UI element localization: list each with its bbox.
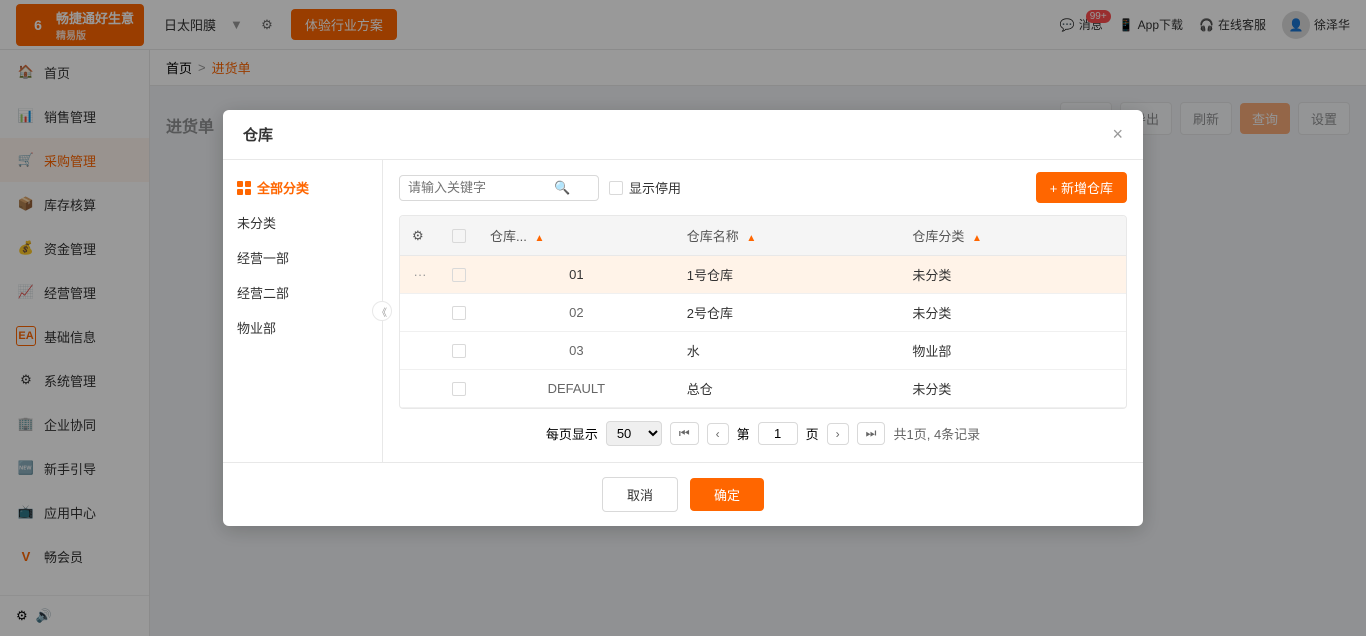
confirm-button[interactable]: 确定 [690, 478, 764, 511]
category-item-dept1[interactable]: 经营一部 [223, 240, 382, 275]
row-category-3: 未分类 [900, 370, 1126, 408]
category-item-dept2[interactable]: 经营二部 [223, 275, 382, 310]
table-header-row: ⚙ 仓库... ▲ 仓库名称 [400, 216, 1126, 256]
page-suffix: 页 [806, 424, 819, 443]
warehouse-modal: 仓库 × 全部分类 《 未分类 经营一部 经营二部 物业 [223, 110, 1143, 526]
row-select-checkbox-2[interactable] [452, 344, 466, 358]
first-page-button[interactable]: ⏮ [670, 422, 699, 445]
table-row[interactable]: DEFAULT 总仓 未分类 [400, 370, 1126, 408]
row-select-checkbox-3[interactable] [452, 382, 466, 396]
row-select-checkbox-1[interactable] [452, 306, 466, 320]
row-name-1: 2号仓库 [675, 294, 901, 332]
all-categories-item[interactable]: 全部分类 [223, 170, 382, 205]
row-category-0: 未分类 [900, 256, 1126, 294]
per-page-select[interactable]: 50 10 20 100 [606, 421, 662, 446]
row-code-0: 01 [478, 256, 675, 294]
row-checkbox-0 [440, 256, 478, 294]
modal-close-button[interactable]: × [1112, 124, 1123, 145]
row-name-2: 水 [675, 332, 901, 370]
row-code-2: 03 [478, 332, 675, 370]
sort-icon: ▲ [534, 233, 544, 244]
pagination-info: 共1页, 4条记录 [893, 424, 980, 443]
last-page-button[interactable]: ⏭ [857, 422, 886, 445]
row-actions-2 [400, 332, 440, 370]
col-name: 仓库名称 ▲ [675, 216, 901, 256]
row-checkbox-3 [440, 370, 478, 408]
per-page-label: 每页显示 [546, 424, 598, 443]
name-sort-icon: ▲ [746, 233, 756, 244]
grid-icon [237, 181, 251, 195]
row-category-1: 未分类 [900, 294, 1126, 332]
row-code-1: 02 [478, 294, 675, 332]
row-actions-1 [400, 294, 440, 332]
modal-title: 仓库 [243, 124, 273, 145]
table-row[interactable]: ··· 01 1号仓库 未分类 [400, 256, 1126, 294]
warehouse-table: ⚙ 仓库... ▲ 仓库名称 [399, 215, 1127, 409]
panel-collapse-button[interactable]: 《 [372, 301, 392, 321]
modal-overlay: 仓库 × 全部分类 《 未分类 经营一部 经营二部 物业 [0, 0, 1366, 636]
list-toolbar: 🔍 显示停用 + 新增仓库 [399, 172, 1127, 203]
row-actions-0: ··· [400, 256, 440, 294]
show-disabled-checkbox[interactable] [609, 181, 623, 195]
search-box: 🔍 [399, 175, 599, 201]
column-gear-icon[interactable]: ⚙ [412, 228, 424, 243]
select-all-checkbox[interactable] [452, 229, 466, 243]
category-item-unclassified[interactable]: 未分类 [223, 205, 382, 240]
col-category: 仓库分类 ▲ [900, 216, 1126, 256]
table-row[interactable]: 02 2号仓库 未分类 [400, 294, 1126, 332]
pagination: 每页显示 50 10 20 100 ⏮ ‹ 第 页 › ⏭ 共1页, 4条记录 [399, 409, 1127, 450]
page-label: 第 [737, 424, 750, 443]
show-disabled-label: 显示停用 [629, 178, 681, 197]
row-checkbox-2 [440, 332, 478, 370]
row-code-3: DEFAULT [478, 370, 675, 408]
category-item-property[interactable]: 物业部 [223, 310, 382, 345]
col-code: 仓库... ▲ [478, 216, 675, 256]
row-actions-3 [400, 370, 440, 408]
col-checkbox [440, 216, 478, 256]
row-select-checkbox-0[interactable] [452, 268, 466, 282]
category-panel: 全部分类 《 未分类 经营一部 经营二部 物业部 [223, 160, 383, 462]
warehouse-list-panel: 🔍 显示停用 + 新增仓库 ⚙ [383, 160, 1143, 462]
all-categories-label: 全部分类 [257, 178, 309, 197]
more-icon[interactable]: ··· [414, 267, 427, 282]
page-number-input[interactable] [758, 422, 798, 445]
prev-page-button[interactable]: ‹ [707, 423, 729, 445]
category-sort-icon: ▲ [972, 233, 982, 244]
row-name-0: 1号仓库 [675, 256, 901, 294]
row-checkbox-1 [440, 294, 478, 332]
cancel-button[interactable]: 取消 [602, 477, 678, 512]
col-gear: ⚙ [400, 216, 440, 256]
modal-footer: 取消 确定 [223, 462, 1143, 526]
row-category-2: 物业部 [900, 332, 1126, 370]
search-input[interactable] [408, 180, 548, 195]
modal-header: 仓库 × [223, 110, 1143, 160]
show-disabled-toggle: 显示停用 [609, 178, 681, 197]
table-row[interactable]: 03 水 物业部 [400, 332, 1126, 370]
add-warehouse-button[interactable]: + 新增仓库 [1036, 172, 1127, 203]
search-icon[interactable]: 🔍 [554, 180, 570, 196]
next-page-button[interactable]: › [827, 423, 849, 445]
modal-body: 全部分类 《 未分类 经营一部 经营二部 物业部 🔍 [223, 160, 1143, 462]
row-name-3: 总仓 [675, 370, 901, 408]
